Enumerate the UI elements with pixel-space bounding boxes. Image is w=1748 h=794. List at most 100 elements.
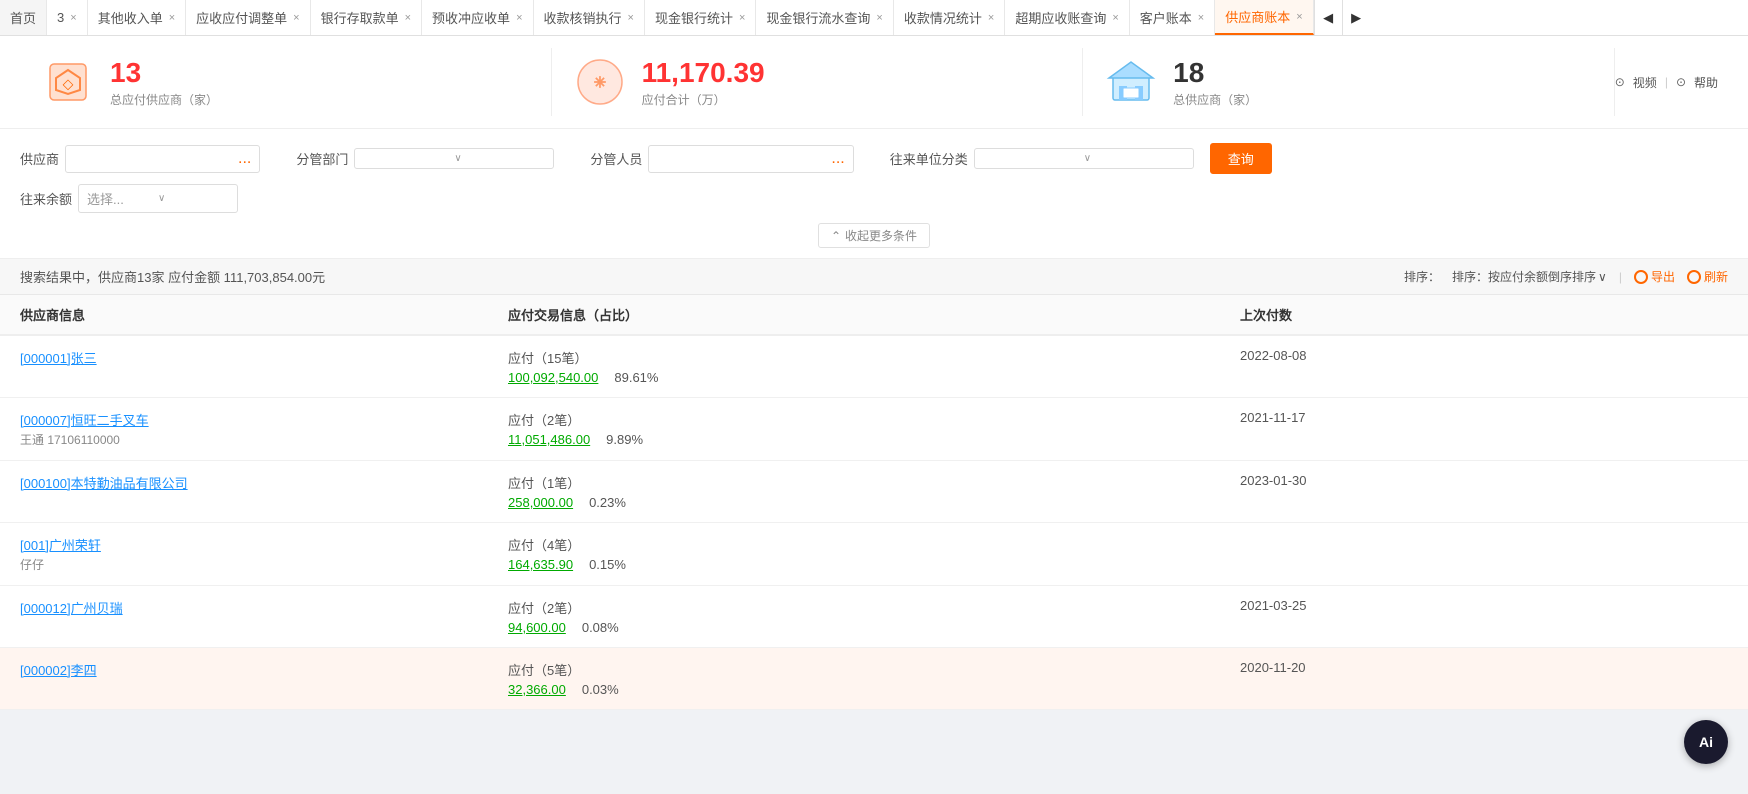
person-input-container[interactable]: ... xyxy=(648,145,853,173)
collapse-button[interactable]: ⌃ 收起更多条件 xyxy=(818,223,930,248)
close-icon[interactable]: × xyxy=(169,12,175,24)
supplier-dots-icon[interactable]: ... xyxy=(238,150,251,168)
tx-pct: 0.15% xyxy=(589,557,626,572)
nav-tab-cash-bank-stat[interactable]: 现金银行统计 × xyxy=(645,0,756,35)
nav-scroll-right[interactable]: ▶ xyxy=(1342,0,1370,36)
sort-button[interactable]: 排序：按应付余额倒序排序 ∨ xyxy=(1452,268,1607,285)
supplier-link[interactable]: [000100]本特勤油品有限公司 xyxy=(20,473,508,492)
unit-select[interactable]: ∨ xyxy=(974,148,1194,169)
last-pay-cell: 2021-11-17 xyxy=(1240,410,1728,425)
tx-amount[interactable]: 32,366.00 xyxy=(508,682,566,697)
nav-tab-bank-deposit[interactable]: 银行存取款单 × xyxy=(311,0,422,35)
nav-tab-overdue-ar[interactable]: 超期应收账查询 × xyxy=(1005,0,1129,35)
filter-supplier: 供应商 ... xyxy=(20,145,260,173)
supplier-info-cell: [000100]本特勤油品有限公司 xyxy=(20,473,508,492)
tx-amount[interactable]: 94,600.00 xyxy=(508,620,566,635)
circle-icon: ⊙ xyxy=(1615,75,1625,89)
supplier-input[interactable] xyxy=(74,151,234,166)
table-header: 供应商信息 应付交易信息（占比） 上次付数 xyxy=(0,295,1748,336)
tx-amount[interactable]: 258,000.00 xyxy=(508,495,573,510)
close-icon[interactable]: × xyxy=(1112,12,1118,24)
tx-pct: 9.89% xyxy=(606,432,643,447)
sort-text: 排序：按应付余额倒序排序 xyxy=(1452,268,1596,285)
close-icon[interactable]: × xyxy=(739,12,745,24)
tx-pct: 89.61% xyxy=(614,370,658,385)
svg-text:⁕: ⁕ xyxy=(590,70,608,95)
supplier-link[interactable]: [000007]恒旺二手叉车 xyxy=(20,410,508,429)
chevron-down-icon: ∨ xyxy=(1084,153,1185,164)
dept-select[interactable]: ∨ xyxy=(354,148,554,169)
close-icon[interactable]: × xyxy=(405,12,411,24)
export-button[interactable]: 导出 xyxy=(1634,268,1675,285)
help-link[interactable]: 帮助 xyxy=(1694,74,1718,91)
close-icon[interactable]: × xyxy=(293,12,299,24)
nav-tab-receipt-verify[interactable]: 收款核销执行 × xyxy=(534,0,645,35)
last-pay-cell: 2023-01-30 xyxy=(1240,473,1728,488)
tx-amount[interactable]: 11,051,486.00 xyxy=(508,432,590,447)
supplier-input-container[interactable]: ... xyxy=(65,145,260,173)
supplier-link[interactable]: [001]广州荣轩 xyxy=(20,535,508,554)
total-suppliers-number: 18 xyxy=(1173,56,1257,90)
payable-suppliers-label: 总应付供应商（家） xyxy=(110,91,218,108)
tx-pct: 0.23% xyxy=(589,495,626,510)
close-icon[interactable]: × xyxy=(1296,11,1302,23)
balance-select[interactable]: 选择... ∨ xyxy=(78,184,238,213)
person-dots-icon[interactable]: ... xyxy=(831,150,844,168)
supplier-info-cell: [000001]张三 xyxy=(20,348,508,367)
nav-tab-receipt-stat[interactable]: 收款情况统计 × xyxy=(894,0,1005,35)
payable-suppliers-number: 13 xyxy=(110,56,218,90)
nav-tab-home[interactable]: 首页 xyxy=(0,0,47,35)
tx-row: 32,366.00 0.03% xyxy=(508,682,1240,697)
summary-card-payable-total: ⁕ 11,170.39 应付合计（万） xyxy=(552,48,1084,116)
refresh-button[interactable]: 刷新 xyxy=(1687,268,1728,285)
nav-tab-3[interactable]: 3 × xyxy=(47,0,88,35)
close-icon[interactable]: × xyxy=(876,12,882,24)
summary-info-total-suppliers: 18 总供应商（家） xyxy=(1173,56,1257,109)
refresh-icon xyxy=(1687,270,1701,284)
tx-info-cell: 应付（2笔） 94,600.00 0.08% xyxy=(508,598,1240,635)
col-supplier-info: 供应商信息 xyxy=(20,305,508,324)
nav-tab-cash-bank-flow[interactable]: 现金银行流水查询 × xyxy=(756,0,893,35)
refresh-label: 刷新 xyxy=(1704,268,1728,285)
col-last-pay: 上次付数 xyxy=(1240,305,1728,324)
nav-tab-customer-ledger[interactable]: 客户账本 × xyxy=(1130,0,1215,35)
nav-tab-supplier-ledger[interactable]: 供应商账本 × xyxy=(1215,0,1313,35)
nav-tab-ar-ap-adjust[interactable]: 应收应付调整单 × xyxy=(186,0,310,35)
payable-total-label: 应付合计（万） xyxy=(642,91,765,108)
tx-pct: 0.08% xyxy=(582,620,619,635)
nav-scroll-left[interactable]: ◀ xyxy=(1314,0,1342,36)
nav-tab-other-income[interactable]: 其他收入单 × xyxy=(88,0,186,35)
table-row: [000001]张三 应付（15笔） 100,092,540.00 89.61%… xyxy=(0,336,1748,398)
close-icon[interactable]: × xyxy=(988,12,994,24)
export-icon xyxy=(1634,270,1648,284)
result-text: 搜索结果中，供应商13家 应付金额 111,703,854.00元 xyxy=(20,267,325,286)
sort-label: 排序： xyxy=(1404,268,1440,285)
close-icon[interactable]: × xyxy=(516,12,522,24)
supplier-link[interactable]: [000001]张三 xyxy=(20,348,508,367)
last-pay-cell: 2022-08-08 xyxy=(1240,348,1728,363)
supplier-link[interactable]: [000012]广州贝瑞 xyxy=(20,598,508,617)
last-pay-date: 2021-11-17 xyxy=(1240,410,1306,425)
last-pay-cell: 2020-11-20 xyxy=(1240,660,1728,675)
tx-info-cell: 应付（5笔） 32,366.00 0.03% xyxy=(508,660,1240,697)
person-input[interactable] xyxy=(657,151,827,166)
close-icon[interactable]: × xyxy=(1198,12,1204,24)
tx-label: 应付（4笔） xyxy=(508,535,1240,554)
diamond-icon: ◇ xyxy=(40,54,96,110)
top-right-links: ⊙ 视频 | ⊙ 帮助 xyxy=(1615,74,1728,91)
video-link[interactable]: 视频 xyxy=(1633,74,1657,91)
tx-info-cell: 应付（2笔） 11,051,486.00 9.89% xyxy=(508,410,1240,447)
supplier-link[interactable]: [000002]李四 xyxy=(20,660,508,679)
ai-label: Ai xyxy=(1699,734,1713,750)
dept-label: 分管部门 xyxy=(296,149,348,168)
close-icon[interactable]: × xyxy=(70,12,76,24)
person-label: 分管人员 xyxy=(590,149,642,168)
ai-button[interactable]: Ai xyxy=(1684,720,1728,764)
last-pay-date: 2023-01-30 xyxy=(1240,473,1307,488)
nav-tab-prepay-ar[interactable]: 预收冲应收单 × xyxy=(422,0,533,35)
tx-amount[interactable]: 100,092,540.00 xyxy=(508,370,598,385)
close-icon[interactable]: × xyxy=(628,12,634,24)
tx-amount[interactable]: 164,635.90 xyxy=(508,557,573,572)
search-button[interactable]: 查询 xyxy=(1210,143,1272,174)
unit-label: 往来单位分类 xyxy=(890,149,968,168)
